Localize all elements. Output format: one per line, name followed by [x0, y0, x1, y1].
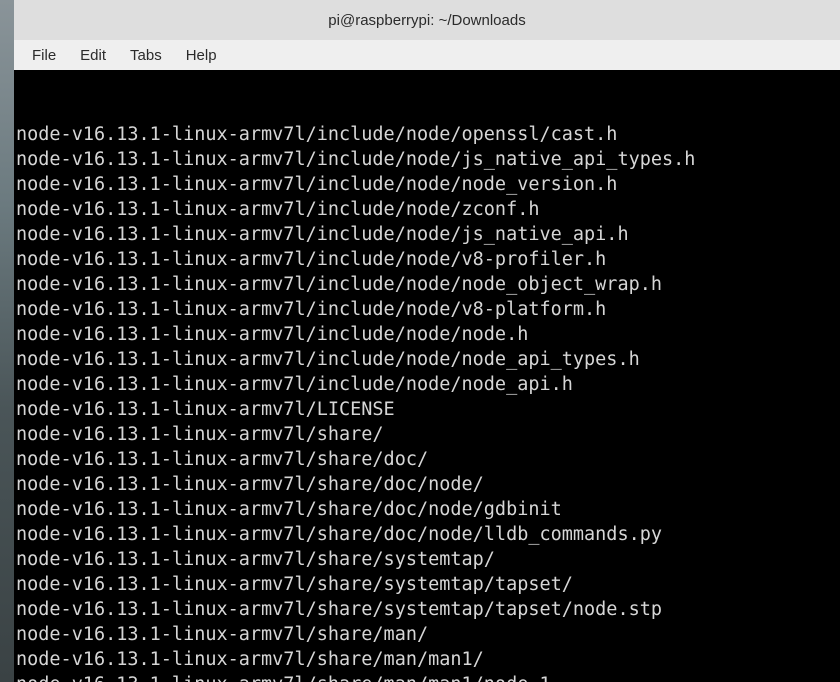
terminal-output: node-v16.13.1-linux-armv7l/include/node/…	[16, 122, 838, 682]
output-line: node-v16.13.1-linux-armv7l/share/man/man…	[16, 647, 838, 672]
output-line: node-v16.13.1-linux-armv7l/share/systemt…	[16, 572, 838, 597]
output-line: node-v16.13.1-linux-armv7l/include/node/…	[16, 147, 838, 172]
output-line: node-v16.13.1-linux-armv7l/share/doc/nod…	[16, 497, 838, 522]
output-line: node-v16.13.1-linux-armv7l/share/doc/nod…	[16, 522, 838, 547]
menu-edit[interactable]: Edit	[70, 43, 116, 68]
output-line: node-v16.13.1-linux-armv7l/include/node/…	[16, 322, 838, 347]
terminal-window: pi@raspberrypi: ~/Downloads File Edit Ta…	[14, 0, 840, 682]
output-line: node-v16.13.1-linux-armv7l/share/systemt…	[16, 597, 838, 622]
window-titlebar[interactable]: pi@raspberrypi: ~/Downloads	[14, 0, 840, 40]
output-line: node-v16.13.1-linux-armv7l/LICENSE	[16, 397, 838, 422]
output-line: node-v16.13.1-linux-armv7l/share/man/	[16, 622, 838, 647]
menubar: File Edit Tabs Help	[14, 40, 840, 70]
menu-help[interactable]: Help	[176, 43, 227, 68]
output-line: node-v16.13.1-linux-armv7l/share/doc/nod…	[16, 472, 838, 497]
menu-file[interactable]: File	[22, 43, 66, 68]
output-line: node-v16.13.1-linux-armv7l/include/node/…	[16, 372, 838, 397]
output-line: node-v16.13.1-linux-armv7l/share/	[16, 422, 838, 447]
output-line: node-v16.13.1-linux-armv7l/share/systemt…	[16, 547, 838, 572]
output-line: node-v16.13.1-linux-armv7l/include/node/…	[16, 172, 838, 197]
output-line: node-v16.13.1-linux-armv7l/include/node/…	[16, 347, 838, 372]
output-line: node-v16.13.1-linux-armv7l/share/doc/	[16, 447, 838, 472]
output-line: node-v16.13.1-linux-armv7l/include/node/…	[16, 272, 838, 297]
terminal-content[interactable]: node-v16.13.1-linux-armv7l/include/node/…	[14, 70, 840, 682]
menu-tabs[interactable]: Tabs	[120, 43, 172, 68]
output-line: node-v16.13.1-linux-armv7l/include/node/…	[16, 297, 838, 322]
output-line: node-v16.13.1-linux-armv7l/include/node/…	[16, 197, 838, 222]
output-line: node-v16.13.1-linux-armv7l/share/man/man…	[16, 672, 838, 682]
output-line: node-v16.13.1-linux-armv7l/include/node/…	[16, 247, 838, 272]
window-title: pi@raspberrypi: ~/Downloads	[328, 12, 525, 29]
output-line: node-v16.13.1-linux-armv7l/include/node/…	[16, 122, 838, 147]
output-line: node-v16.13.1-linux-armv7l/include/node/…	[16, 222, 838, 247]
